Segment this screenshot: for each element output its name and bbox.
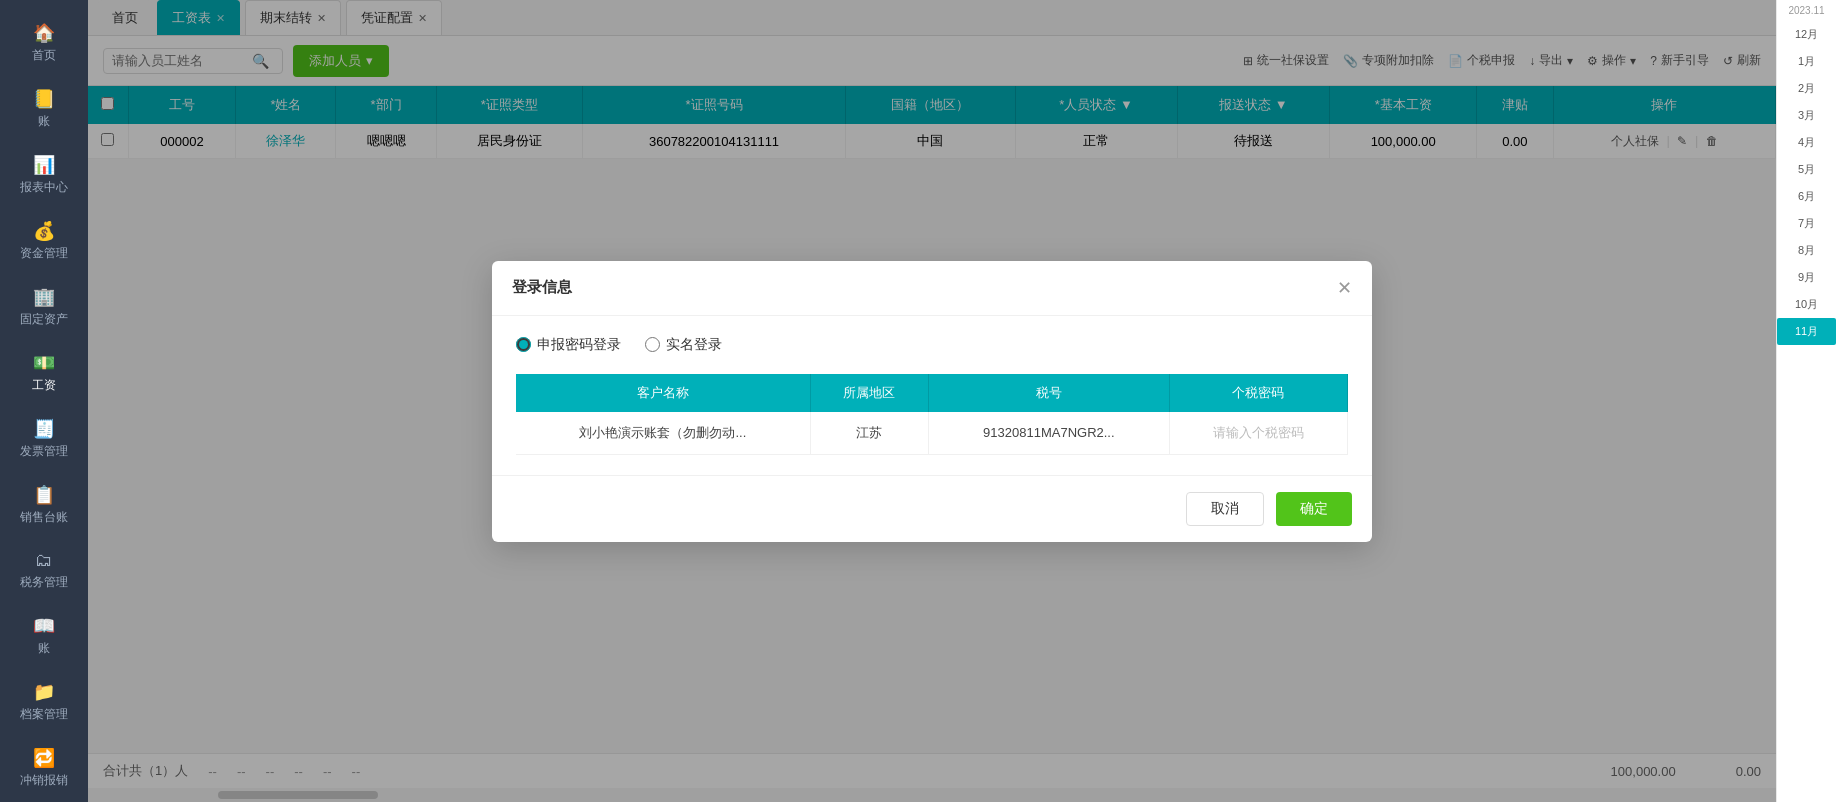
month-8[interactable]: 8月 [1777,237,1836,264]
sidebar-label-tax: 税务管理 [20,574,68,591]
sidebar-item-fund[interactable]: 💰 资金管理 [0,208,88,274]
radio-password-login[interactable]: 申报密码登录 [516,336,621,354]
month-2[interactable]: 2月 [1777,75,1836,102]
col-tax-number: 税号 [929,374,1170,412]
login-modal: 登录信息 ✕ 申报密码登录 实名登录 [492,261,1372,542]
home-icon: 🏠 [33,22,55,44]
sidebar-label-archive: 档案管理 [20,706,68,723]
month-4[interactable]: 4月 [1777,129,1836,156]
client-tax-number-cell: 91320811MA7NGR2... [929,412,1170,455]
col-client-name: 客户名称 [516,374,810,412]
right-panel: 2023.11 12月 1月 2月 3月 4月 5月 6月 7月 8月 9月 1… [1776,0,1836,802]
login-type-radio-group: 申报密码登录 实名登录 [516,336,1348,354]
sidebar-label-expense: 冲销报销 [20,772,68,789]
asset-icon: 🏢 [33,286,55,308]
sidebar-item-payroll[interactable]: 💵 工资 [0,340,88,406]
cancel-button[interactable]: 取消 [1186,492,1264,526]
sidebar: 🏠 首页 📒 账 📊 报表中心 💰 资金管理 🏢 固定资产 💵 工资 🧾 发票管… [0,0,88,802]
report-icon: 📊 [33,154,55,176]
sidebar-label-sales: 销售台账 [20,509,68,526]
radio-realname-login[interactable]: 实名登录 [645,336,722,354]
account-icon: 📒 [33,88,55,110]
client-name-cell: 刘小艳演示账套（勿删勿动... [516,412,810,455]
payroll-icon: 💵 [33,352,55,374]
modal-title: 登录信息 [512,278,572,297]
radio-realname-label: 实名登录 [666,336,722,354]
month-9[interactable]: 9月 [1777,264,1836,291]
sales-icon: 📋 [33,484,55,506]
sidebar-item-tax[interactable]: 🗂 税务管理 [0,538,88,603]
radio-password-input[interactable] [516,337,531,352]
sidebar-item-archive[interactable]: 📁 档案管理 [0,669,88,735]
year-label: 2023.11 [1788,5,1824,16]
modal-body: 申报密码登录 实名登录 客户名称 所属地区 税号 个税密码 [492,316,1372,475]
modal-close-button[interactable]: ✕ [1337,277,1352,299]
archive-icon: 📁 [33,681,55,703]
col-tax-password: 个税密码 [1169,374,1347,412]
radio-password-label: 申报密码登录 [537,336,621,354]
fund-icon: 💰 [33,220,55,242]
month-10[interactable]: 10月 [1777,291,1836,318]
sidebar-label-fund: 资金管理 [20,245,68,262]
modal-header: 登录信息 ✕ [492,261,1372,316]
sidebar-label-account: 账 [38,113,50,130]
sidebar-item-home[interactable]: 🏠 首页 [0,10,88,76]
sidebar-item-expense[interactable]: 🔁 冲销报销 [0,735,88,801]
month-1[interactable]: 1月 [1777,48,1836,75]
sidebar-label-payroll: 工资 [32,377,56,394]
sidebar-label-report: 报表中心 [20,179,68,196]
month-3[interactable]: 3月 [1777,102,1836,129]
sidebar-item-asset[interactable]: 🏢 固定资产 [0,274,88,340]
expense-icon: 🔁 [33,747,55,769]
month-5[interactable]: 5月 [1777,156,1836,183]
col-region: 所属地区 [810,374,928,412]
modal-overlay: 登录信息 ✕ 申报密码登录 实名登录 [88,0,1776,802]
client-table: 客户名称 所属地区 税号 个税密码 刘小艳演示账套（勿删勿动... 江苏 913… [516,374,1348,455]
modal-footer: 取消 确定 [492,475,1372,542]
sidebar-item-report[interactable]: 📊 报表中心 [0,142,88,208]
invoice-icon: 🧾 [33,418,55,440]
month-12[interactable]: 12月 [1777,21,1836,48]
sidebar-item-sales[interactable]: 📋 销售台账 [0,472,88,538]
sidebar-label-home: 首页 [32,47,56,64]
ledger-icon: 📖 [33,615,55,637]
sidebar-item-ledger[interactable]: 📖 账 [0,603,88,669]
sidebar-label-asset: 固定资产 [20,311,68,328]
main-content: 首页 工资表 ✕ 期末结转 ✕ 凭证配置 ✕ 🔍 添加人员 ▾ ⊞ 统一社保设置 [88,0,1776,802]
month-11[interactable]: 11月 [1777,318,1836,345]
radio-realname-input[interactable] [645,337,660,352]
month-7[interactable]: 7月 [1777,210,1836,237]
sidebar-label-invoice: 发票管理 [20,443,68,460]
sidebar-item-account[interactable]: 📒 账 [0,76,88,142]
month-6[interactable]: 6月 [1777,183,1836,210]
client-table-header: 客户名称 所属地区 税号 个税密码 [516,374,1348,412]
sidebar-item-invoice[interactable]: 🧾 发票管理 [0,406,88,472]
client-region-cell: 江苏 [810,412,928,455]
client-table-row: 刘小艳演示账套（勿删勿动... 江苏 91320811MA7NGR2... 请输… [516,412,1348,455]
confirm-button[interactable]: 确定 [1276,492,1352,526]
sidebar-label-ledger: 账 [38,640,50,657]
client-password-cell[interactable]: 请输入个税密码 [1169,412,1347,455]
tax-icon: 🗂 [35,550,53,571]
